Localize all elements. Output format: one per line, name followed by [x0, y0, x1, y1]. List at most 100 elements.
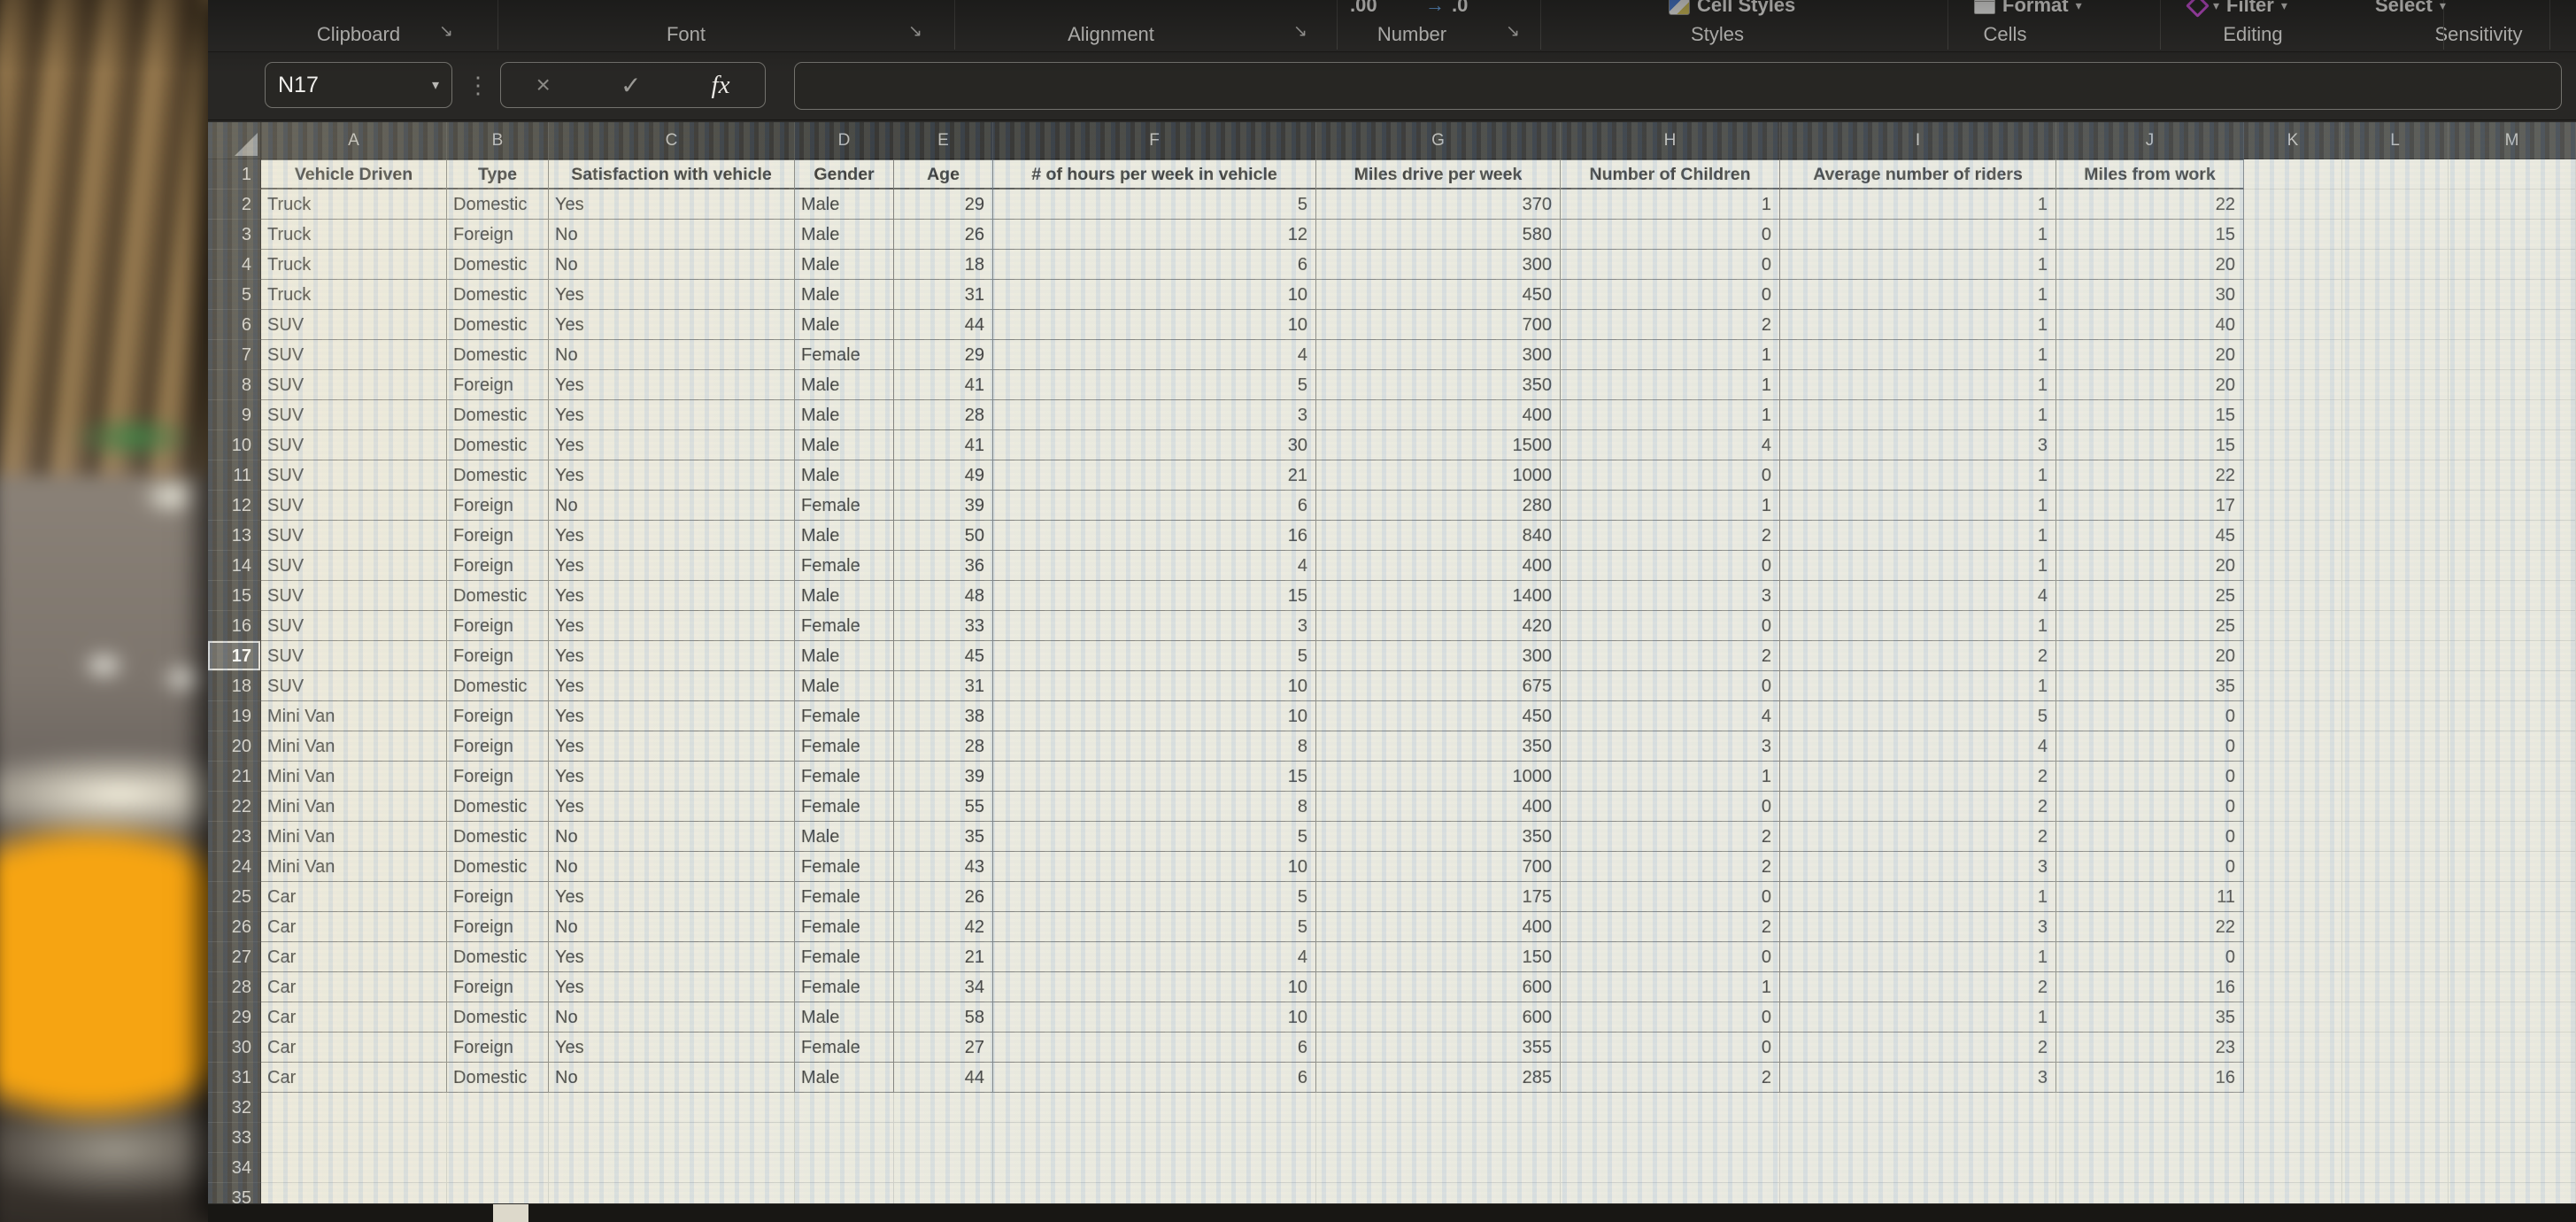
cell-I32[interactable] [1780, 1093, 2056, 1123]
cell-B31[interactable]: Domestic [447, 1063, 549, 1093]
cell-M19[interactable] [2449, 701, 2576, 731]
cell-H23[interactable]: 2 [1561, 822, 1780, 852]
cell-L15[interactable] [2342, 581, 2449, 611]
cell-J5[interactable]: 30 [2056, 280, 2244, 310]
cell-I19[interactable]: 5 [1780, 701, 2056, 731]
cell-A20[interactable]: Mini Van [261, 731, 447, 762]
cell-C17[interactable]: Yes [549, 641, 795, 671]
row-header-1[interactable]: 1 [208, 159, 261, 189]
row-header-22[interactable]: 22 [208, 792, 261, 822]
cell-B22[interactable]: Domestic [447, 792, 549, 822]
cell-E6[interactable]: 44 [894, 310, 993, 340]
cell-B8[interactable]: Foreign [447, 370, 549, 400]
cell-H34[interactable] [1561, 1153, 1780, 1183]
cell-K30[interactable] [2244, 1033, 2342, 1063]
cell-L9[interactable] [2342, 400, 2449, 430]
cell-G7[interactable]: 300 [1316, 340, 1561, 370]
cell-E29[interactable]: 58 [894, 1002, 993, 1033]
cell-H17[interactable]: 2 [1561, 641, 1780, 671]
cell-H21[interactable]: 1 [1561, 762, 1780, 792]
cell-F33[interactable] [993, 1123, 1316, 1153]
cell-C28[interactable]: Yes [549, 972, 795, 1002]
cell-A33[interactable] [261, 1123, 447, 1153]
cell-D10[interactable]: Male [795, 430, 894, 460]
cell-B7[interactable]: Domestic [447, 340, 549, 370]
cell-E27[interactable]: 21 [894, 942, 993, 972]
cell-J8[interactable]: 20 [2056, 370, 2244, 400]
cell-D9[interactable]: Male [795, 400, 894, 430]
cell-I6[interactable]: 1 [1780, 310, 2056, 340]
cell-M9[interactable] [2449, 400, 2576, 430]
cell-M29[interactable] [2449, 1002, 2576, 1033]
row-header-21[interactable]: 21 [208, 762, 261, 792]
cell-I14[interactable]: 1 [1780, 551, 2056, 581]
cell-H2[interactable]: 1 [1561, 189, 1780, 220]
cell-H11[interactable]: 0 [1561, 460, 1780, 491]
cell-J15[interactable]: 25 [2056, 581, 2244, 611]
cell-F5[interactable]: 10 [993, 280, 1316, 310]
cell-F15[interactable]: 15 [993, 581, 1316, 611]
cell-B34[interactable] [447, 1153, 549, 1183]
cell-C6[interactable]: Yes [549, 310, 795, 340]
cancel-button[interactable]: × [536, 71, 551, 99]
cell-D30[interactable]: Female [795, 1033, 894, 1063]
cell-I3[interactable]: 1 [1780, 220, 2056, 250]
cell-L27[interactable] [2342, 942, 2449, 972]
cell-E31[interactable]: 44 [894, 1063, 993, 1093]
cell-A26[interactable]: Car [261, 912, 447, 942]
cell-C5[interactable]: Yes [549, 280, 795, 310]
cell-I23[interactable]: 2 [1780, 822, 2056, 852]
cell-K13[interactable] [2244, 521, 2342, 551]
cell-L8[interactable] [2342, 370, 2449, 400]
cell-A30[interactable]: Car [261, 1033, 447, 1063]
cell-A17[interactable]: SUV [261, 641, 447, 671]
cell-L29[interactable] [2342, 1002, 2449, 1033]
row-header-28[interactable]: 28 [208, 972, 261, 1002]
cell-G25[interactable]: 175 [1316, 882, 1561, 912]
cell-M2[interactable] [2449, 189, 2576, 220]
cell-L22[interactable] [2342, 792, 2449, 822]
cell-I9[interactable]: 1 [1780, 400, 2056, 430]
row-header-7[interactable]: 7 [208, 340, 261, 370]
increase-decimal-button[interactable]: .00 [1350, 0, 1377, 17]
cell-D11[interactable]: Male [795, 460, 894, 491]
cell-F14[interactable]: 4 [993, 551, 1316, 581]
find-select-button[interactable]: Select ▾ [2375, 0, 2446, 17]
cell-D8[interactable]: Male [795, 370, 894, 400]
cell-L33[interactable] [2342, 1123, 2449, 1153]
cell-L18[interactable] [2342, 671, 2449, 701]
cell-C10[interactable]: Yes [549, 430, 795, 460]
cell-I26[interactable]: 3 [1780, 912, 2056, 942]
cell-D28[interactable]: Female [795, 972, 894, 1002]
cell-E20[interactable]: 28 [894, 731, 993, 762]
row-header-19[interactable]: 19 [208, 701, 261, 731]
cell-E13[interactable]: 50 [894, 521, 993, 551]
cell-L2[interactable] [2342, 189, 2449, 220]
row-header-12[interactable]: 12 [208, 491, 261, 521]
cell-F20[interactable]: 8 [993, 731, 1316, 762]
cell-K23[interactable] [2244, 822, 2342, 852]
cell-K29[interactable] [2244, 1002, 2342, 1033]
cell-H1[interactable]: Number of Children [1561, 159, 1780, 189]
cell-C32[interactable] [549, 1093, 795, 1123]
cell-A13[interactable]: SUV [261, 521, 447, 551]
cell-K2[interactable] [2244, 189, 2342, 220]
row-header-18[interactable]: 18 [208, 671, 261, 701]
cell-K19[interactable] [2244, 701, 2342, 731]
cell-F19[interactable]: 10 [993, 701, 1316, 731]
cell-G15[interactable]: 1400 [1316, 581, 1561, 611]
cell-E5[interactable]: 31 [894, 280, 993, 310]
cell-B1[interactable]: Type [447, 159, 549, 189]
cell-J4[interactable]: 20 [2056, 250, 2244, 280]
cell-M12[interactable] [2449, 491, 2576, 521]
cell-H26[interactable]: 2 [1561, 912, 1780, 942]
cell-D2[interactable]: Male [795, 189, 894, 220]
cell-L23[interactable] [2342, 822, 2449, 852]
cell-D7[interactable]: Female [795, 340, 894, 370]
cell-A23[interactable]: Mini Van [261, 822, 447, 852]
cell-G33[interactable] [1316, 1123, 1561, 1153]
cell-K1[interactable] [2244, 159, 2342, 189]
column-header-I[interactable]: I [1780, 122, 2056, 159]
cell-C2[interactable]: Yes [549, 189, 795, 220]
cell-H3[interactable]: 0 [1561, 220, 1780, 250]
